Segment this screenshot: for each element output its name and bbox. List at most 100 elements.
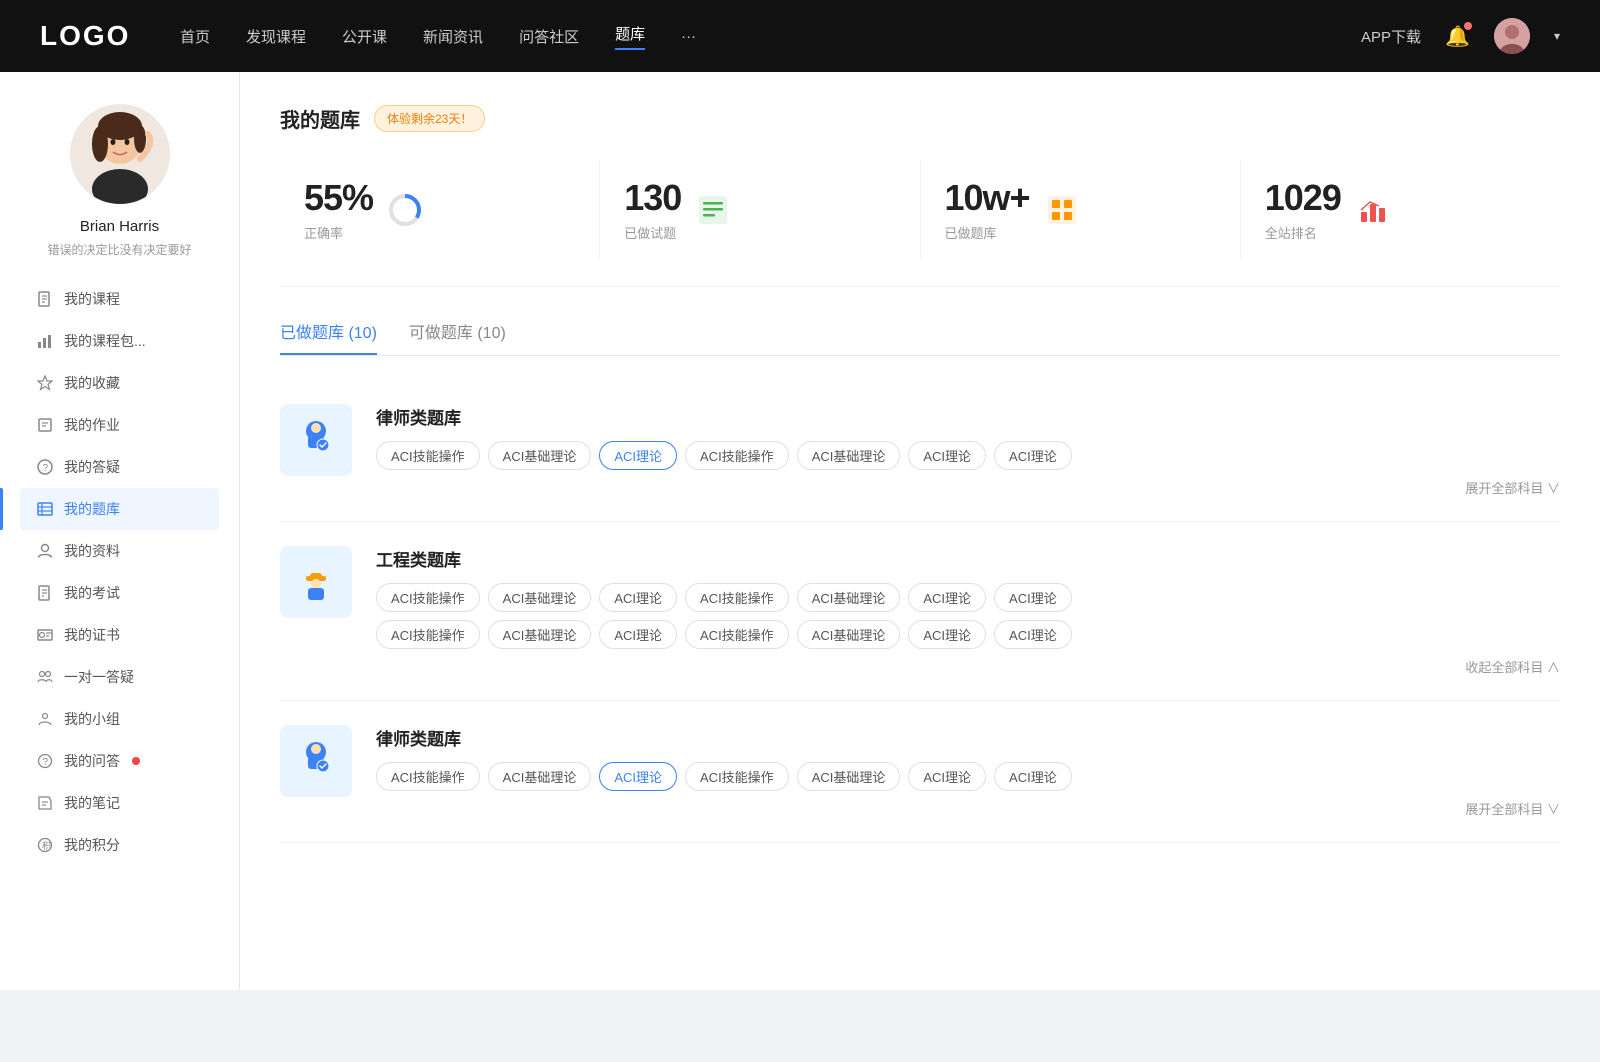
sidebar-item-cert[interactable]: 我的证书 [20,614,219,656]
qbank-tag-1-4[interactable]: ACI基础理论 [797,583,901,612]
nav-more[interactable]: ··· [681,28,696,45]
sidebar-label-my-course: 我的课程 [64,289,120,309]
sidebar-item-my-course[interactable]: 我的课程 [20,278,219,320]
navbar: LOGO 首页 发现课程 公开课 新闻资讯 问答社区 题库 ··· APP下载 … [0,0,1600,72]
sidebar-label-oneonone: 一对一答疑 [64,667,134,687]
sidebar-item-group[interactable]: 我的小组 [20,698,219,740]
notification-bell[interactable]: 🔔 [1445,24,1470,49]
qbank-tag-0-5[interactable]: ACI理论 [908,441,986,470]
note-icon [36,794,54,812]
user-dropdown-icon[interactable]: ▾ [1554,29,1560,43]
sidebar-label-course-package: 我的课程包... [64,331,146,351]
main-content: 我的题库 体验剩余23天！ 55% 正确率 [240,72,1600,990]
sidebar-item-answers[interactable]: ? 我的答疑 [20,446,219,488]
qbank-tag-0-4[interactable]: ACI基础理论 [797,441,901,470]
stat-accuracy-value: 55% [304,177,373,219]
sidebar-item-myqa[interactable]: ? 我的问答 [20,740,219,782]
nav-home[interactable]: 首页 [180,26,210,47]
qbank-tag-1-5[interactable]: ACI理论 [908,583,986,612]
qbank-tag-1-r2-1[interactable]: ACI基础理论 [488,620,592,649]
qbank-tag-0-1[interactable]: ACI基础理论 [488,441,592,470]
qbank-tags-0: ACI技能操作 ACI基础理论 ACI理论 ACI技能操作 ACI基础理论 AC… [376,441,1560,470]
qbank-tag-2-1[interactable]: ACI基础理论 [488,762,592,791]
qbank-title-2: 律师类题库 [376,725,1560,750]
sidebar-label-homework: 我的作业 [64,415,120,435]
qbank-tag-2-3[interactable]: ACI技能操作 [685,762,789,791]
tab-available[interactable]: 可做题库 (10) [409,319,506,355]
qbank-tag-1-r2-2[interactable]: ACI理论 [599,620,677,649]
qbank-tag-2-0[interactable]: ACI技能操作 [376,762,480,791]
qbank-tags-2: ACI技能操作 ACI基础理论 ACI理论 ACI技能操作 ACI基础理论 AC… [376,762,1560,791]
qbank-tag-1-r2-4[interactable]: ACI基础理论 [797,620,901,649]
qbank-item-0: 律师类题库 ACI技能操作 ACI基础理论 ACI理论 ACI技能操作 ACI基… [280,380,1560,522]
list-icon [695,192,731,228]
sidebar-menu: 我的课程 我的课程包... 我的收藏 [0,278,239,866]
qbank-icon-lawyer-0 [280,404,352,476]
qbank-tag-1-2[interactable]: ACI理论 [599,583,677,612]
sidebar-item-course-package[interactable]: 我的课程包... [20,320,219,362]
notification-dot [1464,22,1472,30]
pie-chart-icon [387,192,423,228]
qbank-tag-2-5[interactable]: ACI理论 [908,762,986,791]
stat-ranking-label: 全站排名 [1265,223,1341,242]
stat-done-banks: 10w+ 已做题库 [921,161,1241,258]
qbank-tag-0-2[interactable]: ACI理论 [599,441,677,470]
sidebar-label-exam: 我的考试 [64,583,120,603]
qbank-tag-1-r2-3[interactable]: ACI技能操作 [685,620,789,649]
qbank-tag-1-6[interactable]: ACI理论 [994,583,1072,612]
sidebar-item-favorites[interactable]: 我的收藏 [20,362,219,404]
qbank-tag-0-3[interactable]: ACI技能操作 [685,441,789,470]
exam-icon [36,584,54,602]
trial-badge: 体验剩余23天！ [374,105,485,132]
nav-links: 首页 发现课程 公开课 新闻资讯 问答社区 题库 ··· [180,23,1321,50]
qbank-item-1: 工程类题库 ACI技能操作 ACI基础理论 ACI理论 ACI技能操作 ACI基… [280,522,1560,701]
nav-qbank[interactable]: 题库 [615,23,645,50]
qbank-tag-2-2[interactable]: ACI理论 [599,762,677,791]
app-download-button[interactable]: APP下载 [1361,26,1421,47]
expand-link-2[interactable]: 展开全部科目 ∨ [376,799,1560,818]
oneonone-icon [36,668,54,686]
qbank-tag-1-1[interactable]: ACI基础理论 [488,583,592,612]
qbank-tag-1-r2-6[interactable]: ACI理论 [994,620,1072,649]
qbank-tag-2-4[interactable]: ACI基础理论 [797,762,901,791]
stat-done-banks-label: 已做题库 [945,223,1030,242]
stats-row: 55% 正确率 130 已做试题 [280,161,1560,287]
qbank-tag-0-0[interactable]: ACI技能操作 [376,441,480,470]
qbank-tag-1-3[interactable]: ACI技能操作 [685,583,789,612]
qbank-tag-0-6[interactable]: ACI理论 [994,441,1072,470]
stat-done-questions-value: 130 [624,177,681,219]
qbank-tag-1-0[interactable]: ACI技能操作 [376,583,480,612]
qbank-tags-row1-1: ACI技能操作 ACI基础理论 ACI理论 ACI技能操作 ACI基础理论 AC… [376,583,1560,612]
qbank-tag-1-r2-5[interactable]: ACI理论 [908,620,986,649]
nav-discover[interactable]: 发现课程 [246,26,306,47]
expand-link-0[interactable]: 展开全部科目 ∨ [376,478,1560,497]
qbank-tag-1-r2-0[interactable]: ACI技能操作 [376,620,480,649]
qbank-body-0: 律师类题库 ACI技能操作 ACI基础理论 ACI理论 ACI技能操作 ACI基… [376,404,1560,497]
tab-done[interactable]: 已做题库 (10) [280,319,377,355]
sidebar-item-points[interactable]: 积 我的积分 [20,824,219,866]
nav-open-course[interactable]: 公开课 [342,26,387,47]
sidebar-item-oneonone[interactable]: 一对一答疑 [20,656,219,698]
qbank-body-1: 工程类题库 ACI技能操作 ACI基础理论 ACI理论 ACI技能操作 ACI基… [376,546,1560,676]
sidebar-item-profile[interactable]: 我的资料 [20,530,219,572]
sidebar-label-notes: 我的笔记 [64,793,120,813]
sidebar-item-exam[interactable]: 我的考试 [20,572,219,614]
nav-news[interactable]: 新闻资讯 [423,26,483,47]
user-avatar[interactable] [1494,18,1530,54]
page-header: 我的题库 体验剩余23天！ [280,104,1560,133]
stat-ranking: 1029 全站排名 [1241,161,1560,258]
stat-done-questions-label: 已做试题 [624,223,681,242]
expand-link-1[interactable]: 收起全部科目 ∧ [376,657,1560,676]
sidebar-item-homework[interactable]: 我的作业 [20,404,219,446]
sidebar-item-qbank[interactable]: 我的题库 [20,488,219,530]
main-layout: Brian Harris 错误的决定比没有决定要好 我的课程 [0,72,1600,990]
svg-text:?: ? [43,757,49,768]
sidebar-item-notes[interactable]: 我的笔记 [20,782,219,824]
myqa-badge [132,757,140,765]
stat-done-banks-value: 10w+ [945,177,1030,219]
sidebar: Brian Harris 错误的决定比没有决定要好 我的课程 [0,72,240,990]
qbank-tag-2-6[interactable]: ACI理论 [994,762,1072,791]
sidebar-username: Brian Harris [80,218,159,235]
stat-accuracy: 55% 正确率 [280,161,600,258]
nav-qa[interactable]: 问答社区 [519,26,579,47]
